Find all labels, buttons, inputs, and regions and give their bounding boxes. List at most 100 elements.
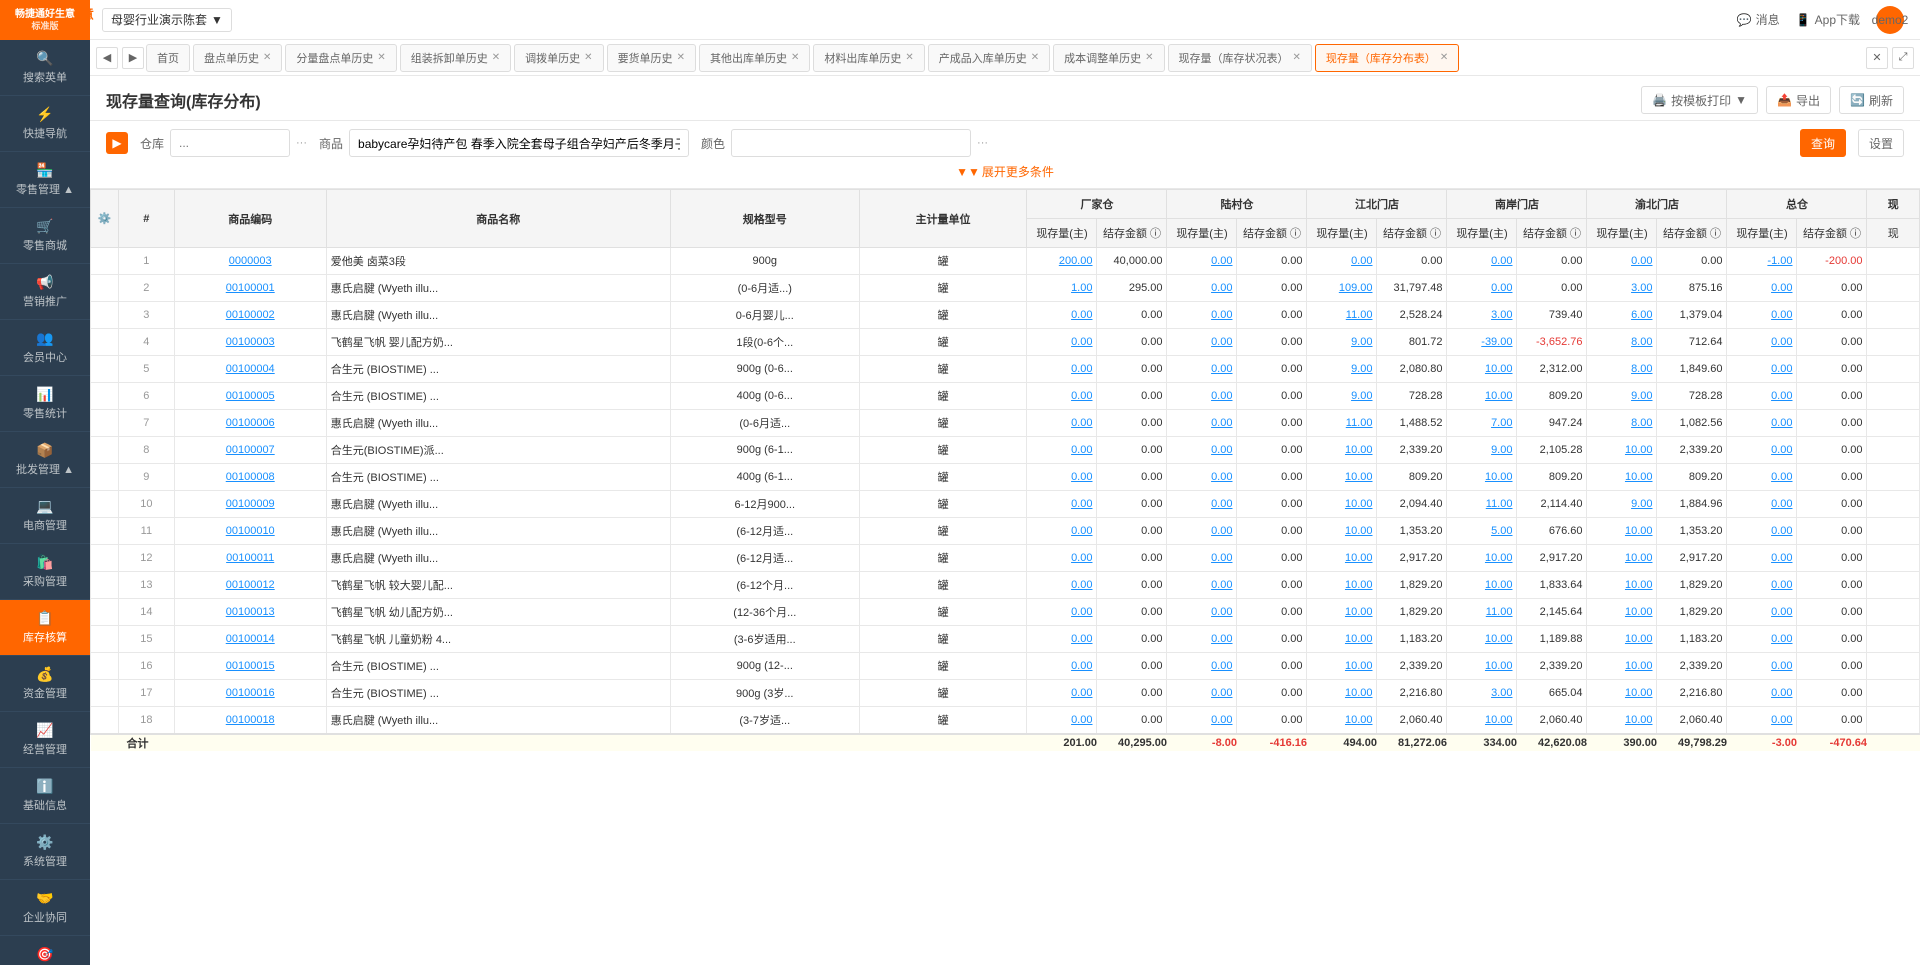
product-code[interactable]: 00100001	[174, 275, 326, 302]
tab-expand-btn[interactable]: ⤢	[1892, 47, 1914, 69]
tab-close-icon[interactable]: ✕	[263, 52, 271, 63]
sub-fac-qty: 现存量(主)	[1027, 219, 1097, 248]
sidebar-item-基础信息[interactable]: ℹ️基础信息	[0, 768, 90, 824]
tab-bar: ◀ ▶ 首页盘点单历史✕分量盘点单历史✕组装拆卸单历史✕调拨单历史✕要货单历史✕…	[90, 40, 1920, 76]
col-unit: 主计量单位	[859, 190, 1027, 248]
sub-fac-amt: 结存金额 ⓘ	[1097, 219, 1167, 248]
tab-材料出库单历史[interactable]: 材料出库单历史✕	[813, 44, 924, 72]
product-code[interactable]: 00100009	[174, 491, 326, 518]
sidebar-item-企业协同[interactable]: 🤝企业协同	[0, 880, 90, 936]
tab-close-icon[interactable]: ✕	[492, 52, 500, 63]
col-settings[interactable]: ⚙️	[91, 190, 119, 248]
tab-close-icon[interactable]: ✕	[1031, 52, 1039, 63]
sidebar-item-经营管理[interactable]: 📈经营管理	[0, 712, 90, 768]
sub-lu-amt: 结存金额 ⓘ	[1237, 219, 1307, 248]
table-row: 2 00100001 惠氏启腱 (Wyeth illu... (0-6月适...…	[91, 275, 1920, 302]
tab-close-icon[interactable]: ✕	[377, 52, 385, 63]
tab-其他出库单历史[interactable]: 其他出库单历史✕	[699, 44, 810, 72]
sidebar-item-批发管理[interactable]: 📦批发管理 ▲	[0, 432, 90, 488]
tab-close-icon[interactable]: ✕	[1440, 52, 1448, 63]
product-code[interactable]: 00100003	[174, 329, 326, 356]
sub-lu-qty: 现存量(主)	[1167, 219, 1237, 248]
product-code[interactable]: 00100014	[174, 626, 326, 653]
tab-close-icon[interactable]: ✕	[1293, 52, 1301, 63]
sidebar-item-会员中心[interactable]: 👥会员中心	[0, 320, 90, 376]
app-download-btn[interactable]: 📱 App下载	[1796, 11, 1860, 28]
product-code[interactable]: 00100008	[174, 464, 326, 491]
tab-现存量（库存分布表）[interactable]: 现存量（库存分布表）✕	[1315, 44, 1459, 72]
tab-close-icon[interactable]: ✕	[584, 52, 592, 63]
print-btn[interactable]: 🖨️ 按模板打印 ▼	[1641, 86, 1758, 114]
industry-selector[interactable]: 母婴行业演示陈套 ▼	[102, 8, 232, 32]
product-code[interactable]: 00100012	[174, 572, 326, 599]
refresh-btn[interactable]: 🔄 刷新	[1839, 86, 1904, 114]
tab-首页[interactable]: 首页	[146, 44, 190, 72]
sidebar-item-新手引导[interactable]: 🎯新手引导	[0, 936, 90, 965]
tab-close-icon[interactable]: ✕	[677, 52, 685, 63]
product-code[interactable]: 00100011	[174, 545, 326, 572]
user-avatar[interactable]: demo2	[1876, 6, 1904, 34]
tab-盘点单历史[interactable]: 盘点单历史✕	[193, 44, 282, 72]
tab-close-icon[interactable]: ✕	[791, 52, 799, 63]
filter-toggle-btn[interactable]: ▶	[106, 132, 128, 154]
product-code[interactable]: 00100018	[174, 707, 326, 735]
sidebar-item-零售商城[interactable]: 🛒零售商城	[0, 208, 90, 264]
table-row: 4 00100003 飞鹤星飞帆 婴儿配方奶... 1段(0-6个... 罐 0…	[91, 329, 1920, 356]
table-row: 12 00100011 惠氏启腱 (Wyeth illu... (6-12月适.…	[91, 545, 1920, 572]
tab-现存量（库存状况表）[interactable]: 现存量（库存状况表）✕	[1168, 44, 1312, 72]
product-code[interactable]: 00100002	[174, 302, 326, 329]
product-code[interactable]: 00100015	[174, 653, 326, 680]
tab-prev-btn[interactable]: ◀	[96, 47, 118, 69]
tab-产成品入库单历史[interactable]: 产成品入库单历史✕	[928, 44, 1050, 72]
sidebar-item-库存核算[interactable]: 📋库存核算	[0, 600, 90, 656]
product-code[interactable]: 00100016	[174, 680, 326, 707]
sidebar-item-电商管理[interactable]: 💻电商管理	[0, 488, 90, 544]
sidebar-item-采购管理[interactable]: 🛍️采购管理	[0, 544, 90, 600]
tab-成本调整单历史[interactable]: 成本调整单历史✕	[1053, 44, 1164, 72]
table-row: 14 00100013 飞鹤星飞帆 幼儿配方奶... (12-36个月... 罐…	[91, 599, 1920, 626]
product-code[interactable]: 00100004	[174, 356, 326, 383]
product-code[interactable]: 0000003	[174, 248, 326, 275]
product-code[interactable]: 00100005	[174, 383, 326, 410]
sidebar-item-系统管理[interactable]: ⚙️系统管理	[0, 824, 90, 880]
product-code[interactable]: 00100006	[174, 410, 326, 437]
sub-cur-extra: 现	[1867, 219, 1920, 248]
sidebar-item-搜索英单[interactable]: 🔍搜索英单	[0, 40, 90, 96]
col-lu-wh: 陆村仓	[1167, 190, 1307, 219]
top-bar: 畅捷通好生意 标准版 母婴行业演示陈套 ▼ 💬 消息 📱 App下载 demo2	[0, 0, 1920, 40]
page-actions: 🖨️ 按模板打印 ▼ 📤 导出 🔄 刷新	[1641, 86, 1904, 114]
color-input[interactable]	[731, 129, 971, 157]
product-code[interactable]: 00100013	[174, 599, 326, 626]
inventory-table: ⚙️ # 商品编码 商品名称 规格型号 主计量单位 厂家仓 陆村仓 江北门店 南…	[90, 189, 1920, 751]
table-row: 13 00100012 飞鹤星飞帆 较大婴儿配... (6-12个月... 罐 …	[91, 572, 1920, 599]
export-icon: 📤	[1777, 93, 1792, 107]
tab-调拨单历史[interactable]: 调拨单历史✕	[514, 44, 603, 72]
settings-btn[interactable]: 设置	[1858, 129, 1904, 157]
table-row: 15 00100014 飞鹤星飞帆 儿童奶粉 4... (3-6岁适用... 罐…	[91, 626, 1920, 653]
tab-close-icon[interactable]: ✕	[905, 52, 913, 63]
tab-close-all-btn[interactable]: ✕	[1866, 47, 1888, 69]
query-btn[interactable]: 查询	[1800, 129, 1846, 157]
tab-组装拆卸单历史[interactable]: 组装拆卸单历史✕	[400, 44, 511, 72]
tab-next-btn[interactable]: ▶	[122, 47, 144, 69]
sidebar-item-零售管理[interactable]: 🏪零售管理 ▲	[0, 152, 90, 208]
tab-close-icon[interactable]: ✕	[1145, 52, 1153, 63]
tab-分量盘点单历史[interactable]: 分量盘点单历史✕	[285, 44, 396, 72]
export-btn[interactable]: 📤 导出	[1766, 86, 1831, 114]
col-total: 总仓	[1727, 190, 1867, 219]
goods-input[interactable]	[349, 129, 689, 157]
sidebar-item-快捷导航[interactable]: ⚡快捷导航	[0, 96, 90, 152]
sidebar-item-营销推广[interactable]: 📢营销推广	[0, 264, 90, 320]
messages-btn[interactable]: 💬 消息	[1737, 11, 1780, 28]
warehouse-input[interactable]	[170, 129, 290, 157]
goods-filter: 商品	[319, 129, 689, 157]
sub-yb-qty: 现存量(主)	[1587, 219, 1657, 248]
product-code[interactable]: 00100010	[174, 518, 326, 545]
expand-filter-row: ▼▼ 展开更多条件	[106, 163, 1904, 180]
sidebar-item-资金管理[interactable]: 💰资金管理	[0, 656, 90, 712]
sidebar-menu: 🔍搜索英单⚡快捷导航🏪零售管理 ▲🛒零售商城📢营销推广👥会员中心📊零售统计📦批发…	[0, 40, 90, 965]
product-code[interactable]: 00100007	[174, 437, 326, 464]
expand-filter-btn[interactable]: ▼▼ 展开更多条件	[956, 163, 1054, 180]
tab-要货单历史[interactable]: 要货单历史✕	[607, 44, 696, 72]
sidebar-item-零售统计[interactable]: 📊零售统计	[0, 376, 90, 432]
